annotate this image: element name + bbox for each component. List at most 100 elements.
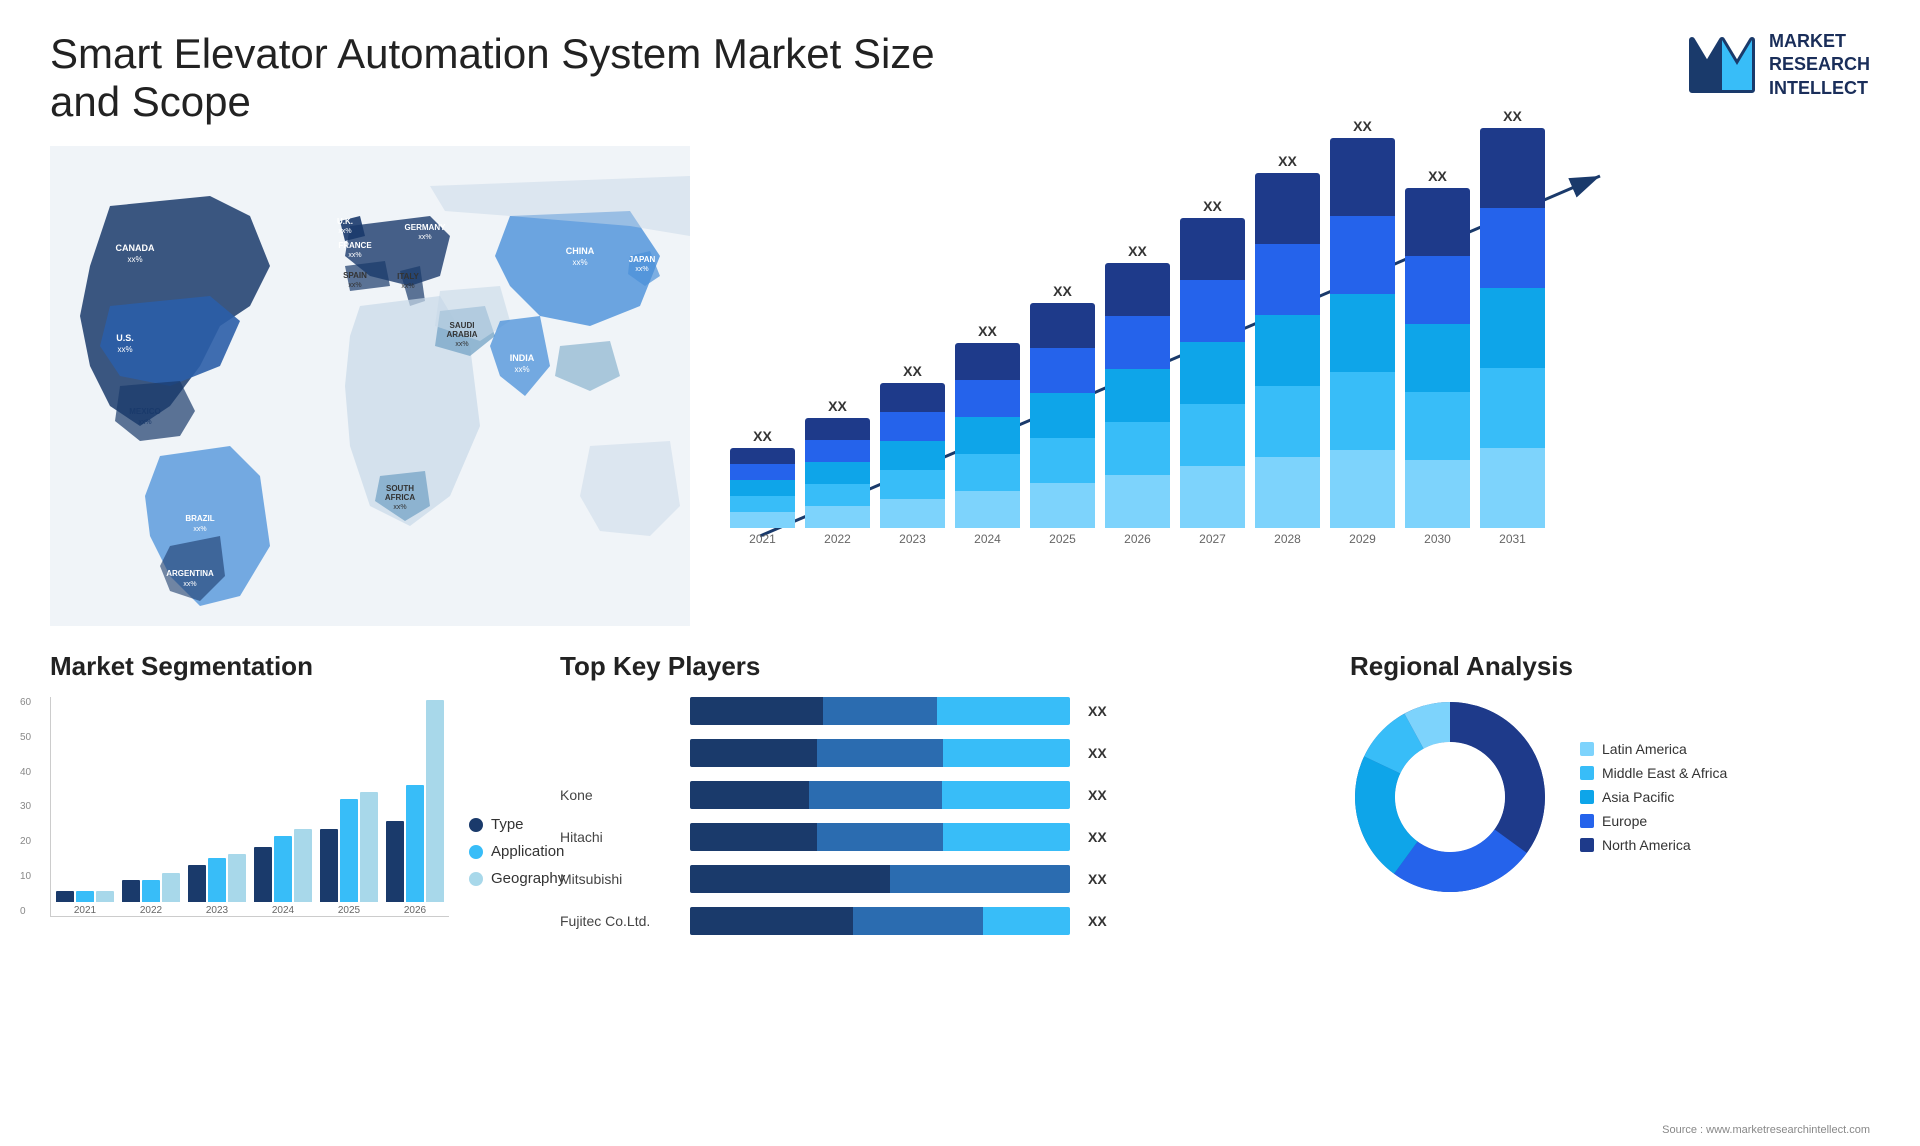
page-title: Smart Elevator Automation System Market … (50, 30, 950, 126)
legend-latin-america: Latin America (1580, 741, 1727, 757)
growth-chart-section: XX2021XX2022XX2023XX2024XX2025XX2026XX20… (710, 146, 1870, 636)
bar-year-label: 2021 (749, 532, 776, 546)
players-title: Top Key Players (560, 651, 1320, 682)
player-row: Mitsubishi XX (560, 865, 1320, 893)
stacked-bar (1180, 218, 1245, 528)
stacked-bar (730, 448, 795, 528)
seg-bar (228, 854, 246, 902)
player-row: XX (560, 739, 1320, 767)
bar-value-label: XX (828, 398, 847, 414)
bar-year-label: 2026 (1124, 532, 1151, 546)
player-row: Hitachi XX (560, 823, 1320, 851)
svg-text:xx%: xx% (348, 282, 361, 289)
regional-content: Latin America Middle East & Africa Asia … (1350, 697, 1870, 897)
bar-value-label: XX (1053, 283, 1072, 299)
seg-bar (162, 873, 180, 902)
legend-europe: Europe (1580, 813, 1727, 829)
svg-text:AFRICA: AFRICA (385, 493, 415, 502)
seg-bar (340, 799, 358, 902)
segmentation-chart: 202120222023202420252026 (50, 697, 449, 917)
seg-bar (76, 891, 94, 902)
bar-group: XX2028 (1255, 153, 1320, 546)
player-name: Kone (560, 787, 680, 803)
svg-text:U.K.: U.K. (337, 217, 353, 226)
bar-year-label: 2028 (1274, 532, 1301, 546)
player-value: XX (1088, 745, 1107, 761)
segmentation-title: Market Segmentation (50, 651, 530, 682)
player-value: XX (1088, 703, 1107, 719)
svg-text:INDIA: INDIA (510, 353, 535, 363)
seg-group: 2026 (386, 700, 444, 916)
bar-year-label: 2025 (1049, 532, 1076, 546)
bar-value-label: XX (1203, 198, 1222, 214)
y-axis: 0 10 20 30 40 50 60 (20, 697, 31, 917)
middle-east-africa-dot (1580, 766, 1594, 780)
svg-text:SAUDI: SAUDI (450, 321, 475, 330)
application-dot (469, 845, 483, 859)
players-list: XXXXKoneXXHitachiXXMitsubishiXXFujitec C… (560, 697, 1320, 935)
bar-group: XX2024 (955, 323, 1020, 546)
seg-group: 2023 (188, 854, 246, 916)
players-section: Top Key Players XXXXKoneXXHitachiXXMitsu… (560, 651, 1320, 949)
seg-group: 2021 (56, 891, 114, 916)
bar-year-label: 2030 (1424, 532, 1451, 546)
seg-bar (274, 836, 292, 902)
source-text: Source : www.marketresearchintellect.com (1662, 1124, 1870, 1136)
bar-group: XX2030 (1405, 168, 1470, 546)
seg-bar (406, 785, 424, 902)
svg-text:MEXICO: MEXICO (129, 407, 161, 416)
logo-container: MARKET RESEARCH INTELLECT (1687, 30, 1870, 100)
legend-middle-east-africa: Middle East & Africa (1580, 765, 1727, 781)
bar-value-label: XX (1128, 243, 1147, 259)
svg-text:SOUTH: SOUTH (386, 484, 414, 493)
geography-dot (469, 872, 483, 886)
player-value: XX (1088, 829, 1107, 845)
stacked-bar (805, 418, 870, 528)
bar-chart: XX2021XX2022XX2023XX2024XX2025XX2026XX20… (730, 156, 1840, 576)
svg-text:ARGENTINA: ARGENTINA (166, 569, 214, 578)
logo-icon (1687, 30, 1757, 100)
stacked-bar (1105, 263, 1170, 528)
svg-text:xx%: xx% (338, 228, 351, 235)
player-name: Hitachi (560, 829, 680, 845)
seg-group: 2024 (254, 829, 312, 916)
bar-year-label: 2022 (824, 532, 851, 546)
seg-bar (188, 865, 206, 902)
bar-group: XX2031 (1480, 108, 1545, 546)
bar-value-label: XX (753, 428, 772, 444)
stacked-bar (880, 383, 945, 528)
seg-bar (320, 829, 338, 902)
bar-value-label: XX (1353, 118, 1372, 134)
seg-bar (142, 880, 160, 902)
seg-bar (56, 891, 74, 902)
bar-value-label: XX (978, 323, 997, 339)
svg-text:SPAIN: SPAIN (343, 271, 367, 280)
stacked-bar (955, 343, 1020, 528)
seg-bar (122, 880, 140, 902)
svg-text:xx%: xx% (193, 526, 206, 533)
seg-bar (426, 700, 444, 902)
player-value: XX (1088, 787, 1107, 803)
svg-text:JAPAN: JAPAN (629, 255, 656, 264)
svg-text:xx%: xx% (393, 504, 406, 511)
bar-value-label: XX (1503, 108, 1522, 124)
seg-bar (360, 792, 378, 902)
legend-north-america: North America (1580, 837, 1727, 853)
header: Smart Elevator Automation System Market … (50, 30, 1870, 126)
bar-group: XX2029 (1330, 118, 1395, 546)
regional-section: Regional Analysis (1350, 651, 1870, 949)
segmentation-legend: Type Application Geography (469, 816, 565, 917)
bottom-grid: Market Segmentation 0 10 20 30 40 50 60 … (50, 651, 1870, 949)
asia-pacific-dot (1580, 790, 1594, 804)
seg-bar (254, 847, 272, 902)
player-value: XX (1088, 871, 1107, 887)
logo-text: MARKET RESEARCH INTELLECT (1769, 30, 1870, 100)
player-name: Mitsubishi (560, 871, 680, 887)
seg-bar (386, 821, 404, 902)
stacked-bar (1405, 188, 1470, 528)
world-map-svg: CANADA xx% U.S. xx% MEXICO xx% BRAZIL xx… (50, 146, 690, 626)
svg-text:xx%: xx% (117, 345, 132, 354)
bar-group: XX2023 (880, 363, 945, 546)
donut-chart (1350, 697, 1550, 897)
legend-application: Application (469, 843, 565, 860)
